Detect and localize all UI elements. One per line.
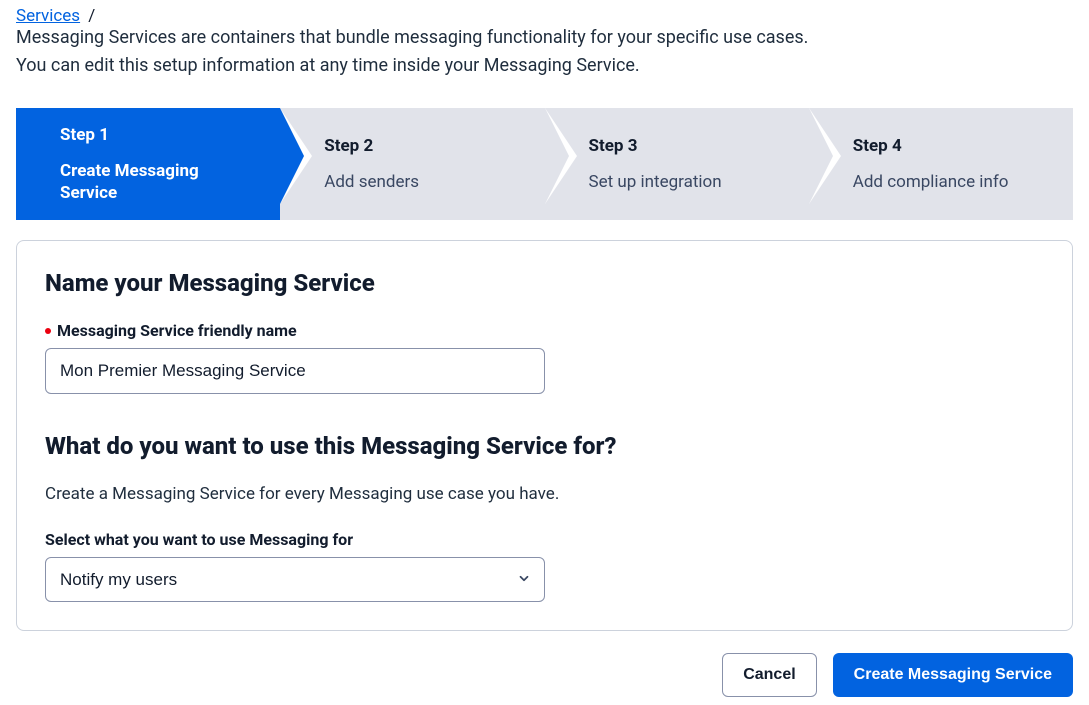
helper-use-case: Create a Messaging Service for every Mes… [45,484,1044,504]
breadcrumb: Services / [16,0,1073,26]
intro-line-1: Messaging Services are containers that b… [16,24,1073,52]
create-messaging-service-button[interactable]: Create Messaging Service [833,653,1073,697]
label-friendly-name-text: Messaging Service friendly name [57,321,297,340]
required-indicator-icon [45,328,51,334]
heading-use-for: What do you want to use this Messaging S… [45,432,1044,460]
use-select[interactable]: Notify my users [45,557,545,602]
step-number: Step 4 [853,135,1041,157]
step-4[interactable]: Step 4 Add compliance info [809,108,1073,220]
step-title: Add senders [324,171,512,193]
step-number: Step 2 [324,135,512,157]
breadcrumb-link-services[interactable]: Services [16,6,80,26]
step-number: Step 1 [60,124,248,146]
label-friendly-name: Messaging Service friendly name [45,321,1044,340]
step-title: Add compliance info [853,171,1041,193]
label-use-select: Select what you want to use Messaging fo… [45,530,1044,549]
step-number: Step 3 [589,135,777,157]
form-card: Name your Messaging Service Messaging Se… [16,240,1073,631]
heading-name-service: Name your Messaging Service [45,269,1044,297]
use-select-wrapper: Notify my users [45,557,545,602]
stepper: Step 1 Create Messaging Service Step 2 A… [16,108,1073,220]
step-2[interactable]: Step 2 Add senders [280,108,544,220]
cancel-button[interactable]: Cancel [722,653,816,697]
step-title: Create Messaging Service [60,160,248,204]
friendly-name-input[interactable] [45,348,545,394]
footer-actions: Cancel Create Messaging Service [16,653,1073,705]
step-1[interactable]: Step 1 Create Messaging Service [16,108,280,220]
label-use-select-text: Select what you want to use Messaging fo… [45,530,353,549]
breadcrumb-separator: / [88,6,95,26]
step-title: Set up integration [589,171,777,193]
intro-line-2: You can edit this setup information at a… [16,52,1073,80]
intro-text: Messaging Services are containers that b… [16,24,1073,80]
step-3[interactable]: Step 3 Set up integration [545,108,809,220]
